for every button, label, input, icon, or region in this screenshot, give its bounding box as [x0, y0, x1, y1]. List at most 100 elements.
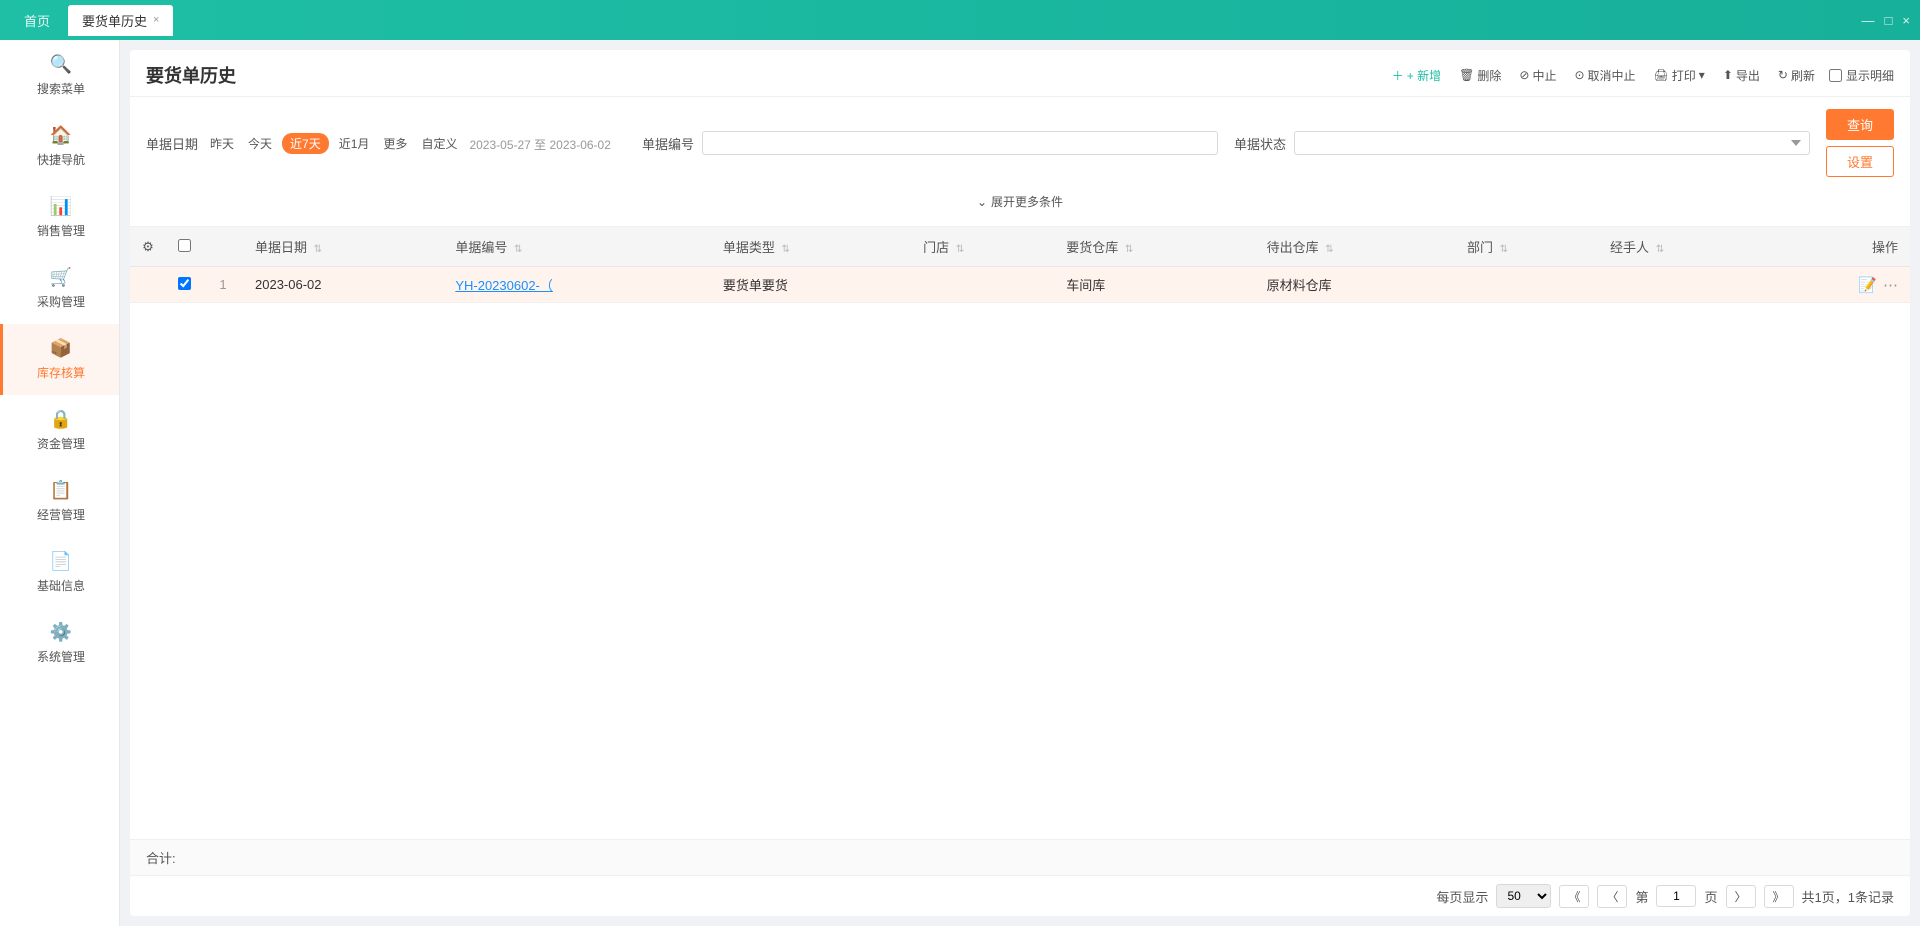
- status-select[interactable]: [1294, 131, 1810, 155]
- sidebar-item-finance[interactable]: 🔒 资金管理: [0, 395, 119, 466]
- last-page-btn[interactable]: 》: [1764, 885, 1794, 908]
- page-header: 要货单历史 ＋ + 新增 🗑 删除 ⊘ 中止 ⊙: [130, 50, 1910, 97]
- top-bar: 首页 要货单历史 × — □ ×: [0, 0, 1920, 40]
- cancel-stop-button[interactable]: ⊙ 取消中止: [1570, 65, 1639, 86]
- print-button[interactable]: 🖨 打印 ▾: [1650, 65, 1709, 86]
- delete-button[interactable]: 🗑 删除: [1455, 65, 1505, 86]
- row-checkbox-cell[interactable]: [166, 267, 203, 303]
- select-all-checkbox[interactable]: [178, 239, 191, 252]
- sort-store-icon: ⇅: [956, 244, 964, 255]
- refresh-label: 刷新: [1791, 67, 1815, 84]
- shortcut-more[interactable]: 更多: [379, 133, 411, 154]
- doc-no-input[interactable]: [702, 131, 1218, 155]
- stop-icon: ⊘: [1519, 68, 1529, 82]
- sales-icon: 📊: [50, 196, 72, 217]
- page-unit: 页: [1704, 887, 1717, 906]
- sidebar-item-sales[interactable]: 📊 销售管理: [0, 182, 119, 253]
- page-label: 第: [1635, 887, 1648, 906]
- refresh-button[interactable]: ↻ 刷新: [1774, 65, 1819, 86]
- date-filter-label: 单据日期: [146, 134, 198, 153]
- next-page-btn[interactable]: 〉: [1726, 885, 1756, 908]
- col-checkbox[interactable]: [166, 227, 203, 267]
- export-button[interactable]: ⬆ 导出: [1719, 65, 1764, 86]
- table-section: ⚙ 单据日期 ⇅ 单据编号 ⇅: [130, 227, 1910, 839]
- row-date: 2023-06-02: [243, 267, 443, 303]
- sidebar-item-operations-label: 经营管理: [37, 506, 85, 523]
- sidebar-item-operations[interactable]: 📋 经营管理: [0, 466, 119, 537]
- shortcut-today[interactable]: 今天: [244, 133, 276, 154]
- print-label: 打印: [1672, 67, 1696, 84]
- col-date[interactable]: 单据日期 ⇅: [243, 227, 443, 267]
- col-doc-type[interactable]: 单据类型 ⇅: [711, 227, 911, 267]
- export-icon: ⬆: [1723, 68, 1733, 82]
- new-button[interactable]: ＋ + 新增: [1388, 65, 1445, 86]
- sidebar-item-inventory-label: 库存核算: [37, 364, 85, 381]
- sort-doc-no-icon: ⇅: [514, 244, 522, 255]
- col-store[interactable]: 门店 ⇅: [911, 227, 1054, 267]
- prev-page-btn[interactable]: 〈: [1597, 885, 1627, 908]
- maximize-btn[interactable]: □: [1885, 13, 1893, 28]
- row-index: 1: [203, 267, 243, 303]
- shortcut-yesterday[interactable]: 昨天: [206, 133, 238, 154]
- window-close-btn[interactable]: ×: [1902, 13, 1910, 28]
- tab-home-label: 首页: [24, 11, 50, 30]
- sidebar-item-basic-info[interactable]: 📄 基础信息: [0, 537, 119, 608]
- row-store: [911, 267, 1054, 303]
- col-pending-warehouse[interactable]: 待出仓库 ⇅: [1255, 227, 1455, 267]
- col-settings[interactable]: ⚙: [130, 227, 166, 267]
- row-edit-icon[interactable]: 📝: [1858, 276, 1877, 294]
- doc-no-link[interactable]: YH-20230602-（: [455, 278, 553, 293]
- sidebar-item-search-menu[interactable]: 🔍 搜索菜单: [0, 40, 119, 111]
- tab-home[interactable]: 首页: [10, 5, 64, 36]
- sort-department-icon: ⇅: [1500, 244, 1508, 255]
- sort-date-icon: ⇅: [314, 244, 322, 255]
- per-page-select[interactable]: 50 10 20 100: [1496, 884, 1551, 908]
- col-doc-no[interactable]: 单据编号 ⇅: [443, 227, 711, 267]
- operations-icon: 📋: [50, 480, 72, 501]
- display-detail-checkbox[interactable]: [1829, 69, 1842, 82]
- page-container: 要货单历史 ＋ + 新增 🗑 删除 ⊘ 中止 ⊙: [130, 50, 1910, 916]
- sidebar-item-inventory[interactable]: 📦 库存核算: [0, 324, 119, 395]
- sidebar-item-purchase[interactable]: 🛒 采购管理: [0, 253, 119, 324]
- sidebar-item-system[interactable]: ⚙️ 系统管理: [0, 608, 119, 679]
- row-checkbox[interactable]: [178, 277, 191, 290]
- shortcut-custom[interactable]: 自定义: [417, 133, 461, 154]
- col-handler[interactable]: 经手人 ⇅: [1598, 227, 1770, 267]
- per-page-label: 每页显示: [1436, 887, 1488, 906]
- settings-button[interactable]: 设置: [1826, 146, 1894, 177]
- tab-requisition-history[interactable]: 要货单历史 ×: [68, 5, 173, 36]
- query-button[interactable]: 查询: [1826, 109, 1894, 140]
- col-index: [203, 227, 243, 267]
- display-detail-button[interactable]: 显示明细: [1829, 67, 1894, 84]
- page-input[interactable]: [1656, 885, 1696, 907]
- shortcut-7days[interactable]: 近7天: [282, 133, 329, 154]
- stop-button[interactable]: ⊘ 中止: [1515, 65, 1560, 86]
- filter-section: 单据日期 昨天 今天 近7天 近1月 更多 自定义 2023-05-27 至 2…: [130, 97, 1910, 227]
- sort-doc-type-icon: ⇅: [781, 244, 789, 255]
- row-handler: [1598, 267, 1770, 303]
- col-req-warehouse[interactable]: 要货仓库 ⇅: [1054, 227, 1254, 267]
- row-more-icon[interactable]: ⋯: [1883, 276, 1898, 294]
- status-filter-group: 单据状态: [1234, 131, 1810, 155]
- table-row: 1 2023-06-02 YH-20230602-（ 要货单要货 车间库 原材料…: [130, 267, 1910, 303]
- row-doc-no[interactable]: YH-20230602-（: [443, 267, 711, 303]
- print-dropdown-icon[interactable]: ▾: [1699, 68, 1705, 82]
- sort-req-warehouse-icon: ⇅: [1125, 244, 1133, 255]
- shortcut-1month[interactable]: 近1月: [335, 133, 374, 154]
- system-icon: ⚙️: [50, 622, 72, 643]
- tab-close-icon[interactable]: ×: [153, 14, 159, 26]
- tab-requisition-label: 要货单历史: [82, 11, 147, 30]
- col-department[interactable]: 部门 ⇅: [1455, 227, 1598, 267]
- new-icon: ＋: [1392, 67, 1404, 84]
- sort-pending-warehouse-icon: ⇅: [1325, 244, 1333, 255]
- basic-info-icon: 📄: [50, 551, 72, 572]
- status-label: 单据状态: [1234, 134, 1286, 153]
- minimize-btn[interactable]: —: [1862, 13, 1875, 28]
- first-page-btn[interactable]: 《: [1559, 885, 1589, 908]
- sidebar-item-quick-nav[interactable]: 🏠 快捷导航: [0, 111, 119, 182]
- cancel-stop-label: 取消中止: [1588, 67, 1636, 84]
- finance-icon: 🔒: [50, 409, 72, 430]
- data-table: ⚙ 单据日期 ⇅ 单据编号 ⇅: [130, 227, 1910, 303]
- expand-filter-label: 展开更多条件: [991, 193, 1063, 210]
- expand-filter-btn[interactable]: ⌄ 展开更多条件: [965, 189, 1075, 214]
